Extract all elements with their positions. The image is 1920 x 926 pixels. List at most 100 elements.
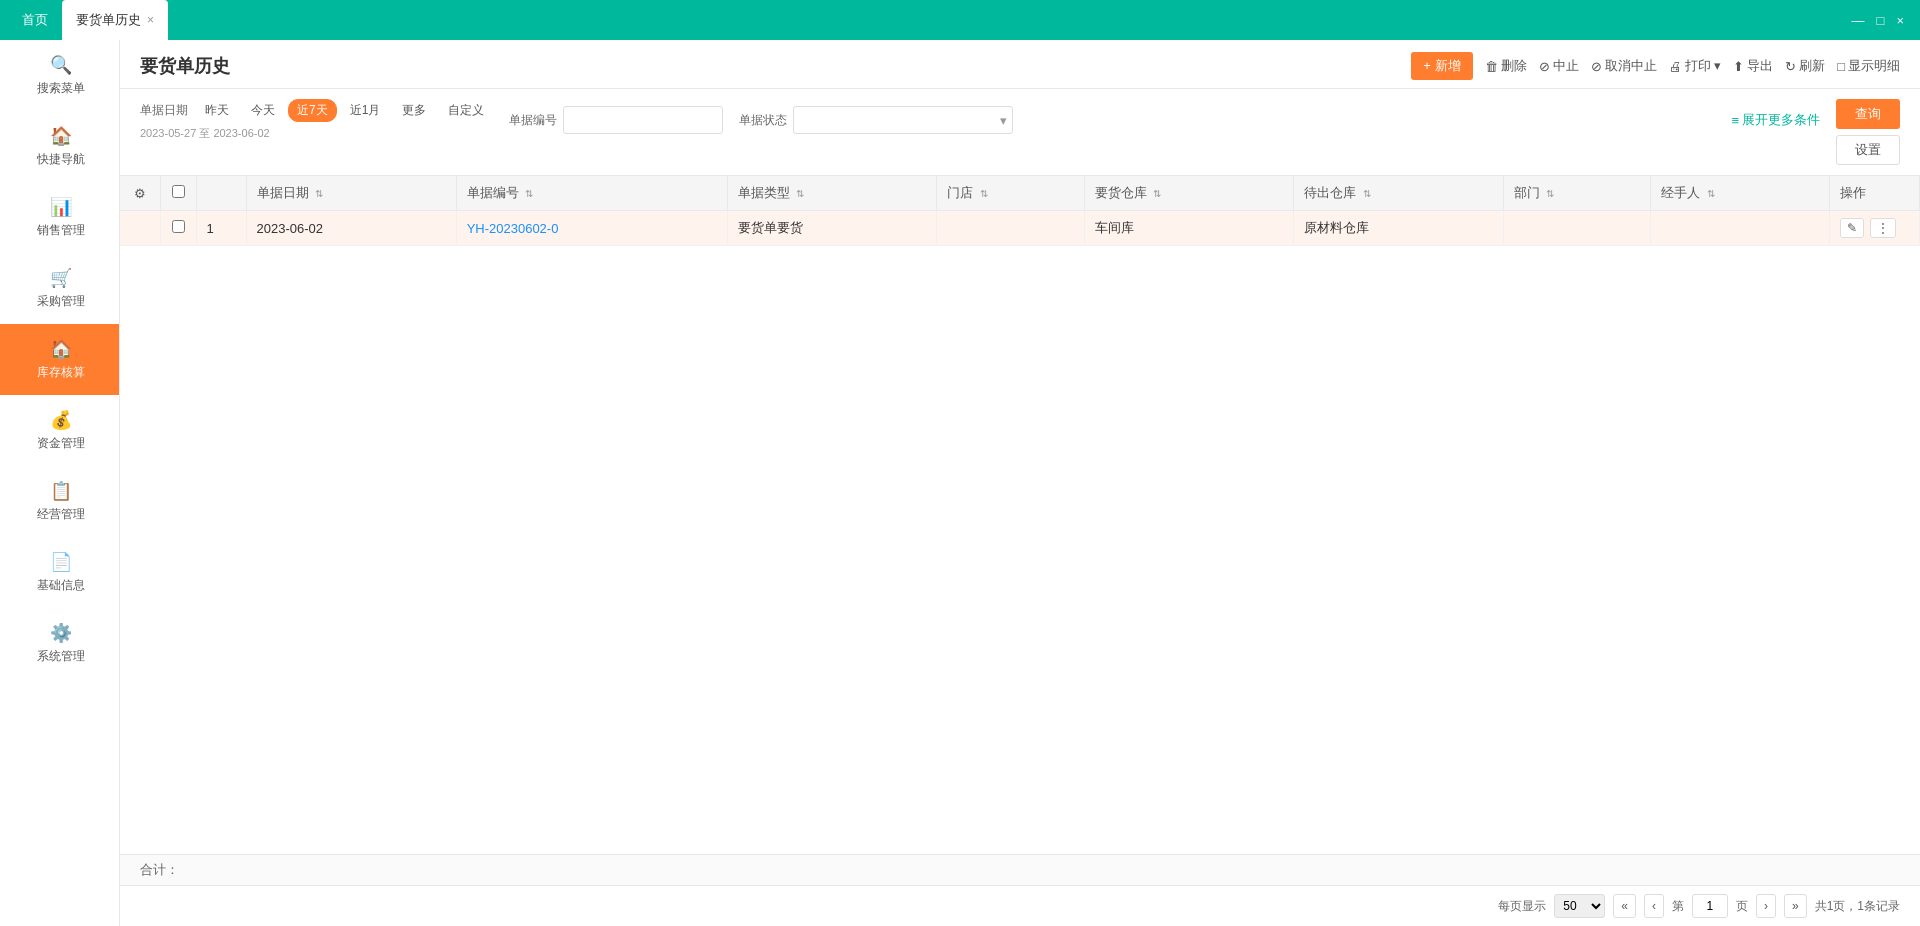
refresh-icon: ↻ <box>1785 59 1796 74</box>
refresh-button[interactable]: ↻ 刷新 <box>1785 57 1825 75</box>
window-close[interactable]: × <box>1896 13 1904 28</box>
td-settings <box>120 211 160 246</box>
td-order-no: YH-20230602-0 <box>456 211 727 246</box>
td-shop <box>937 211 1084 246</box>
sort-pending-warehouse-icon[interactable]: ⇅ <box>1363 188 1371 199</box>
status-input[interactable] <box>793 106 1013 134</box>
purchase-icon: 🛒 <box>50 267 72 289</box>
row-edit-button[interactable]: ✎ <box>1840 218 1864 238</box>
tab-home[interactable]: 首页 <box>8 0 62 40</box>
cancel-stop-icon: ⊘ <box>1591 59 1602 74</box>
stop-button[interactable]: ⊘ 中止 <box>1539 57 1579 75</box>
sort-req-warehouse-icon[interactable]: ⇅ <box>1153 188 1161 199</box>
th-date: 单据日期 ⇅ <box>246 176 456 211</box>
order-no-group: 单据编号 <box>509 106 723 134</box>
show-detail-button[interactable]: □ 显示明细 <box>1837 57 1900 75</box>
table-row: 1 2023-06-02 YH-20230602-0 要货单要货 <box>120 211 1920 246</box>
date-btn-custom[interactable]: 自定义 <box>439 99 493 122</box>
top-nav-actions: — □ × <box>1852 13 1912 28</box>
date-btn-last7days[interactable]: 近7天 <box>288 99 337 122</box>
sidebar: 🔍 搜索菜单 🏠 快捷导航 📊 销售管理 🛒 采购管理 🏠 库存核算 💰 资金管… <box>0 40 120 926</box>
date-options: 昨天 今天 近7天 近1月 更多 自定义 <box>196 99 493 122</box>
order-no-label: 单据编号 <box>509 112 557 129</box>
sidebar-item-search-menu[interactable]: 🔍 搜索菜单 <box>0 40 119 111</box>
page-title: 要货单历史 <box>140 54 230 78</box>
th-handler: 经手人 ⇅ <box>1651 176 1830 211</box>
th-pending-warehouse: 待出仓库 ⇅ <box>1294 176 1504 211</box>
settings-button[interactable]: 设置 <box>1836 135 1900 165</box>
top-nav: 首页 要货单历史 × — □ × <box>0 0 1920 40</box>
finance-icon: 💰 <box>50 409 72 431</box>
tab-order-history[interactable]: 要货单历史 × <box>62 0 168 40</box>
td-checkbox <box>160 211 196 246</box>
date-btn-today[interactable]: 今天 <box>242 99 284 122</box>
date-btn-yesterday[interactable]: 昨天 <box>196 99 238 122</box>
sidebar-item-purchase[interactable]: 🛒 采购管理 <box>0 253 119 324</box>
per-page-select[interactable]: 50 100 200 <box>1554 894 1605 918</box>
first-page-button[interactable]: « <box>1613 894 1636 918</box>
sidebar-item-operations[interactable]: 📋 经营管理 <box>0 466 119 537</box>
page-suffix: 页 <box>1736 898 1748 915</box>
td-date: 2023-06-02 <box>246 211 456 246</box>
page-input[interactable] <box>1692 894 1728 918</box>
export-icon: ⬆ <box>1733 59 1744 74</box>
table-body: 1 2023-06-02 YH-20230602-0 要货单要货 <box>120 211 1920 246</box>
sidebar-item-quick-nav[interactable]: 🏠 快捷导航 <box>0 111 119 182</box>
th-no <box>196 176 246 211</box>
date-options-row: 单据日期 昨天 今天 近7天 近1月 更多 自定义 <box>140 99 493 122</box>
order-no-link[interactable]: YH-20230602-0 <box>467 221 559 236</box>
sort-dept-icon[interactable]: ⇅ <box>1546 188 1554 199</box>
select-all-checkbox[interactable] <box>172 185 185 198</box>
sidebar-item-basic-info[interactable]: 📄 基础信息 <box>0 537 119 608</box>
expand-conditions-btn[interactable]: ≡ 展开更多条件 <box>1731 111 1820 129</box>
filter-actions: 查询 设置 <box>1836 99 1900 165</box>
window-maximize[interactable]: □ <box>1877 13 1885 28</box>
new-button[interactable]: + 新增 <box>1411 52 1472 80</box>
cancel-stop-button[interactable]: ⊘ 取消中止 <box>1591 57 1657 75</box>
sales-icon: 📊 <box>50 196 72 218</box>
td-handler <box>1651 211 1830 246</box>
sort-order-no-icon[interactable]: ⇅ <box>525 188 533 199</box>
th-checkbox <box>160 176 196 211</box>
basic-info-icon: 📄 <box>50 551 72 573</box>
filter-bar: 单据日期 昨天 今天 近7天 近1月 更多 自定义 2023-05-27 至 2… <box>120 89 1920 176</box>
main-layout: 🔍 搜索菜单 🏠 快捷导航 📊 销售管理 🛒 采购管理 🏠 库存核算 💰 资金管… <box>0 40 1920 926</box>
date-btn-last1month[interactable]: 近1月 <box>341 99 390 122</box>
filter-fields: 单据日期 昨天 今天 近7天 近1月 更多 自定义 2023-05-27 至 2… <box>140 99 1820 141</box>
operations-icon: 📋 <box>50 480 72 502</box>
prev-page-button[interactable]: ‹ <box>1644 894 1664 918</box>
th-actions: 操作 <box>1830 176 1920 211</box>
status-select-wrapper: ▾ <box>793 106 1013 134</box>
td-type: 要货单要货 <box>727 211 937 246</box>
date-btn-more[interactable]: 更多 <box>393 99 435 122</box>
row-more-button[interactable]: ⋮ <box>1870 218 1896 238</box>
filter-row: 单据日期 昨天 今天 近7天 近1月 更多 自定义 2023-05-27 至 2… <box>140 99 1900 165</box>
sort-date-icon[interactable]: ⇅ <box>315 188 323 199</box>
td-pending-warehouse: 原材料仓库 <box>1294 211 1504 246</box>
page-header: 要货单历史 + 新增 🗑 删除 ⊘ 中止 ⊘ 取消中止 🖨 <box>120 40 1920 89</box>
td-dept <box>1504 211 1651 246</box>
th-type: 单据类型 ⇅ <box>727 176 937 211</box>
quick-nav-icon: 🏠 <box>50 125 72 147</box>
sort-handler-icon[interactable]: ⇅ <box>1707 188 1715 199</box>
sort-type-icon[interactable]: ⇅ <box>796 188 804 199</box>
sidebar-item-inventory[interactable]: 🏠 库存核算 <box>0 324 119 395</box>
row-checkbox[interactable] <box>172 220 185 233</box>
print-button[interactable]: 🖨 打印 ▾ <box>1669 57 1722 75</box>
next-page-button[interactable]: › <box>1756 894 1776 918</box>
sidebar-item-system[interactable]: ⚙️ 系统管理 <box>0 608 119 679</box>
order-no-input[interactable] <box>563 106 723 134</box>
sidebar-item-finance[interactable]: 💰 资金管理 <box>0 395 119 466</box>
settings-col-icon[interactable]: ⚙ <box>134 186 146 201</box>
export-button[interactable]: ⬆ 导出 <box>1733 57 1773 75</box>
sort-shop-icon[interactable]: ⇅ <box>980 188 988 199</box>
last-page-button[interactable]: » <box>1784 894 1807 918</box>
delete-button[interactable]: 🗑 删除 <box>1485 57 1527 75</box>
window-minimize[interactable]: — <box>1852 13 1865 28</box>
tab-close-icon[interactable]: × <box>147 13 154 27</box>
stop-icon: ⊘ <box>1539 59 1550 74</box>
query-button[interactable]: 查询 <box>1836 99 1900 129</box>
sidebar-item-sales[interactable]: 📊 销售管理 <box>0 182 119 253</box>
show-detail-icon: □ <box>1837 59 1845 74</box>
inventory-icon: 🏠 <box>50 338 72 360</box>
